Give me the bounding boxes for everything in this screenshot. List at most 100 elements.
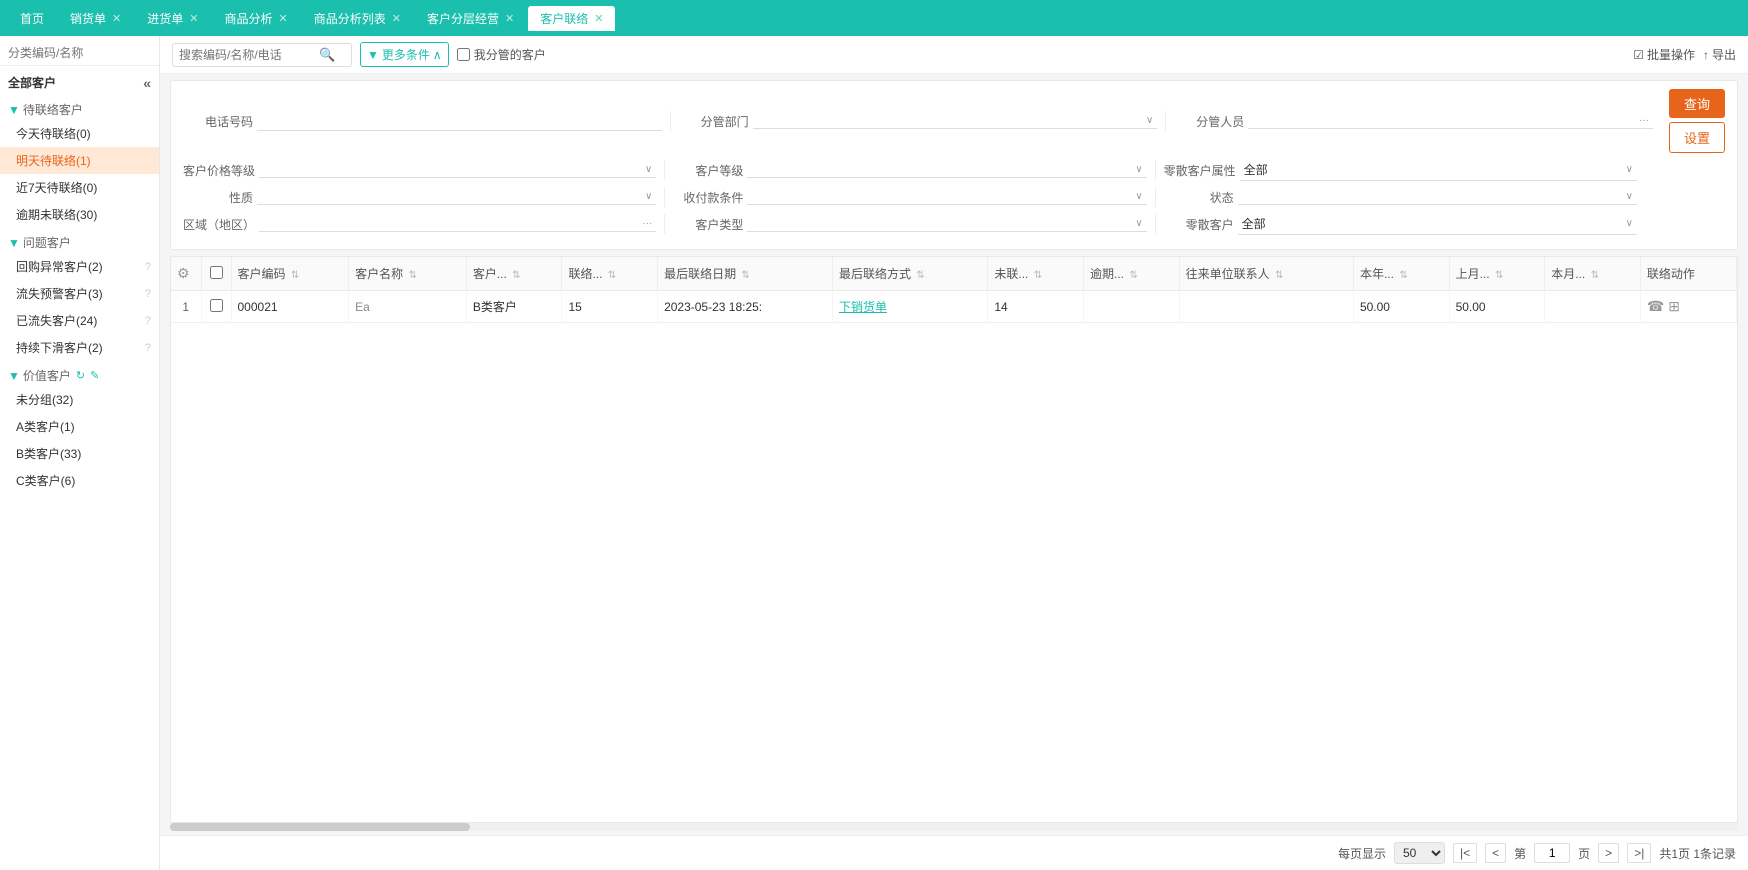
nav-close-customer-contact[interactable]: ✕ [594, 12, 603, 25]
col-action-label: 联络动作 [1647, 267, 1695, 281]
sidebar-item-declining[interactable]: 持续下滑客户(2) ? [0, 334, 159, 361]
row-last-month: 50.00 [1449, 291, 1545, 323]
col-unit-contact-header[interactable]: 往来单位联系人 ⇅ [1179, 257, 1353, 291]
nav-sales-order[interactable]: 销货单 ✕ [58, 6, 133, 31]
row-unit-contact [1179, 291, 1353, 323]
col-code-label: 客户编码 [238, 267, 286, 281]
sidebar-item-churn-warning[interactable]: 流失预警客户(3) ? [0, 280, 159, 307]
col-this-month-header[interactable]: 本月... ⇅ [1545, 257, 1641, 291]
row-checkbox[interactable] [210, 299, 223, 312]
nav-purchase-order[interactable]: 进货单 ✕ [135, 6, 210, 31]
last-page-btn[interactable]: >| [1627, 843, 1651, 863]
filter-price-level-label: 客户价格等级 [183, 162, 255, 179]
batch-operation-btn[interactable]: ☑ 批量操作 [1633, 46, 1695, 63]
sidebar-all-customers-header[interactable]: 全部客户 « [0, 66, 159, 95]
sidebar-item-ungrouped[interactable]: 未分组(32) [0, 386, 159, 413]
col-name-header[interactable]: 客户名称 ⇅ [349, 257, 467, 291]
value-edit-icon[interactable]: ✎ [90, 369, 99, 382]
query-btn[interactable]: 查询 [1669, 89, 1725, 118]
region-chevron-icon: ··· [642, 218, 652, 229]
filter-customer-level-select[interactable]: ∨ [747, 162, 1146, 178]
page-number-input[interactable] [1534, 843, 1570, 863]
help-icon-abnormal: ? [145, 261, 151, 273]
filter-divider-6 [1155, 187, 1156, 207]
my-customers-checkbox[interactable] [457, 48, 470, 61]
row-last-method[interactable]: 下销货单 [832, 291, 987, 323]
col-code-header[interactable]: 客户编码 ⇅ [231, 257, 349, 291]
filter-nature-select[interactable]: ∨ [257, 189, 656, 205]
sidebar-item-churned[interactable]: 已流失客户(24) ? [0, 307, 159, 334]
col-unreached-header[interactable]: 未联... ⇅ [988, 257, 1084, 291]
page-size-select[interactable]: 50 100 200 [1394, 842, 1445, 864]
nav-close-purchase-order[interactable]: ✕ [189, 12, 198, 25]
sidebar-item-abnormal-repurchase[interactable]: 回购异常客户(2) ? [0, 253, 159, 280]
sidebar-item-today-pending[interactable]: 今天待联络(0) [0, 120, 159, 147]
sidebar-item-class-c[interactable]: C类客户(6) [0, 467, 159, 494]
nav-customer-segment[interactable]: 客户分层经营 ✕ [415, 6, 526, 31]
select-all-checkbox[interactable] [210, 266, 223, 279]
prev-page-btn[interactable]: < [1485, 843, 1506, 863]
col-type-header[interactable]: 客户... ⇅ [466, 257, 562, 291]
filter-retail-customer-select[interactable]: 全部 ∨ [1238, 213, 1637, 235]
filter-row-4: 区域（地区） ··· 客户类型 ∨ 零散客户 [183, 213, 1725, 235]
nav-product-analysis-list[interactable]: 商品分析列表 ✕ [302, 6, 413, 31]
last-method-link[interactable]: 下销货单 [839, 300, 887, 314]
nav-home[interactable]: 首页 [8, 6, 56, 31]
filter-phone-input[interactable] [257, 112, 662, 131]
horizontal-scrollbar[interactable] [170, 823, 1738, 831]
value-refresh-icon[interactable]: ↻ [76, 369, 85, 382]
filter-person-select[interactable]: ··· [1248, 113, 1653, 129]
filter-price-level-select[interactable]: ∨ [259, 162, 656, 178]
col-this-year-label: 本年... [1360, 267, 1394, 281]
row-last-date: 2023-05-23 18:25: [658, 291, 833, 323]
col-this-year-header[interactable]: 本年... ⇅ [1353, 257, 1449, 291]
next-page-btn[interactable]: > [1598, 843, 1619, 863]
sidebar-item-7day-pending[interactable]: 近7天待联络(0) [0, 174, 159, 201]
unit-contact-sort-icon: ⇅ [1275, 270, 1283, 281]
main-search-icon[interactable]: 🔍 [319, 47, 335, 63]
my-customers-checkbox-label[interactable]: 我分管的客户 [457, 46, 546, 63]
scroll-thumb[interactable] [170, 823, 470, 831]
filter-region-select[interactable]: ··· [259, 216, 656, 232]
nav-customer-contact[interactable]: 客户联络 ✕ [528, 6, 615, 31]
nav-close-product-analysis-list[interactable]: ✕ [392, 12, 401, 25]
col-last-month-header[interactable]: 上月... ⇅ [1449, 257, 1545, 291]
nav-close-product-analysis[interactable]: ✕ [279, 12, 288, 25]
action-phone-icon[interactable]: ☎ [1647, 298, 1664, 315]
sidebar-item-class-a[interactable]: A类客户(1) [0, 413, 159, 440]
filter-row-1: 电话号码 分管部门 ∨ 分管人员 ··· [183, 89, 1725, 153]
export-btn[interactable]: ↑ 导出 [1703, 46, 1736, 63]
filter-region-label: 区域（地区） [183, 216, 255, 233]
row-this-year: 50.00 [1353, 291, 1449, 323]
settings-btn[interactable]: 设置 [1669, 122, 1725, 153]
sidebar-item-tomorrow-pending[interactable]: 明天待联络(1) [0, 147, 159, 174]
customer-type-chevron-icon: ∨ [1135, 218, 1142, 229]
filter-status-select[interactable]: ∨ [1238, 189, 1637, 205]
col-overdue-header[interactable]: 逾期... ⇅ [1084, 257, 1180, 291]
main-search-input[interactable] [179, 48, 319, 62]
filter-payment-field: 收付款条件 ∨ [673, 189, 1146, 206]
first-page-btn[interactable]: |< [1453, 843, 1477, 863]
table-settings-icon[interactable]: ⚙ [177, 265, 190, 281]
nav-product-analysis[interactable]: 商品分析 ✕ [212, 6, 299, 31]
sidebar-search-input[interactable] [8, 46, 160, 60]
sidebar-item-overdue-pending[interactable]: 逾期未联络(30) [0, 201, 159, 228]
filter-payment-select[interactable]: ∨ [747, 189, 1146, 205]
nav-close-customer-segment[interactable]: ✕ [505, 12, 514, 25]
more-filter-btn[interactable]: ▼ 更多条件 ∧ [360, 42, 449, 67]
action-qr-icon[interactable]: ⊞ [1668, 298, 1680, 315]
filter-phone-field: 电话号码 [183, 112, 662, 131]
col-last-method-header[interactable]: 最后联络方式 ⇅ [832, 257, 987, 291]
col-last-date-header[interactable]: 最后联络日期 ⇅ [658, 257, 833, 291]
filter-dept-select[interactable]: ∨ [753, 113, 1158, 129]
filter-actions: 查询 设置 [1669, 89, 1725, 153]
sidebar-item-class-b[interactable]: B类客户(33) [0, 440, 159, 467]
filter-customer-type-select[interactable]: ∨ [747, 216, 1146, 232]
sidebar-collapse-icon[interactable]: « [143, 75, 151, 91]
retail-customer-chevron-icon: ∨ [1626, 218, 1633, 229]
main-search-box[interactable]: 🔍 [172, 43, 352, 67]
col-contact-header[interactable]: 联络... ⇅ [562, 257, 658, 291]
filter-retail-attr-select[interactable]: 全部 ∨ [1240, 159, 1637, 181]
nav-close-sales-order[interactable]: ✕ [112, 12, 121, 25]
col-checkbox-header [201, 257, 231, 291]
